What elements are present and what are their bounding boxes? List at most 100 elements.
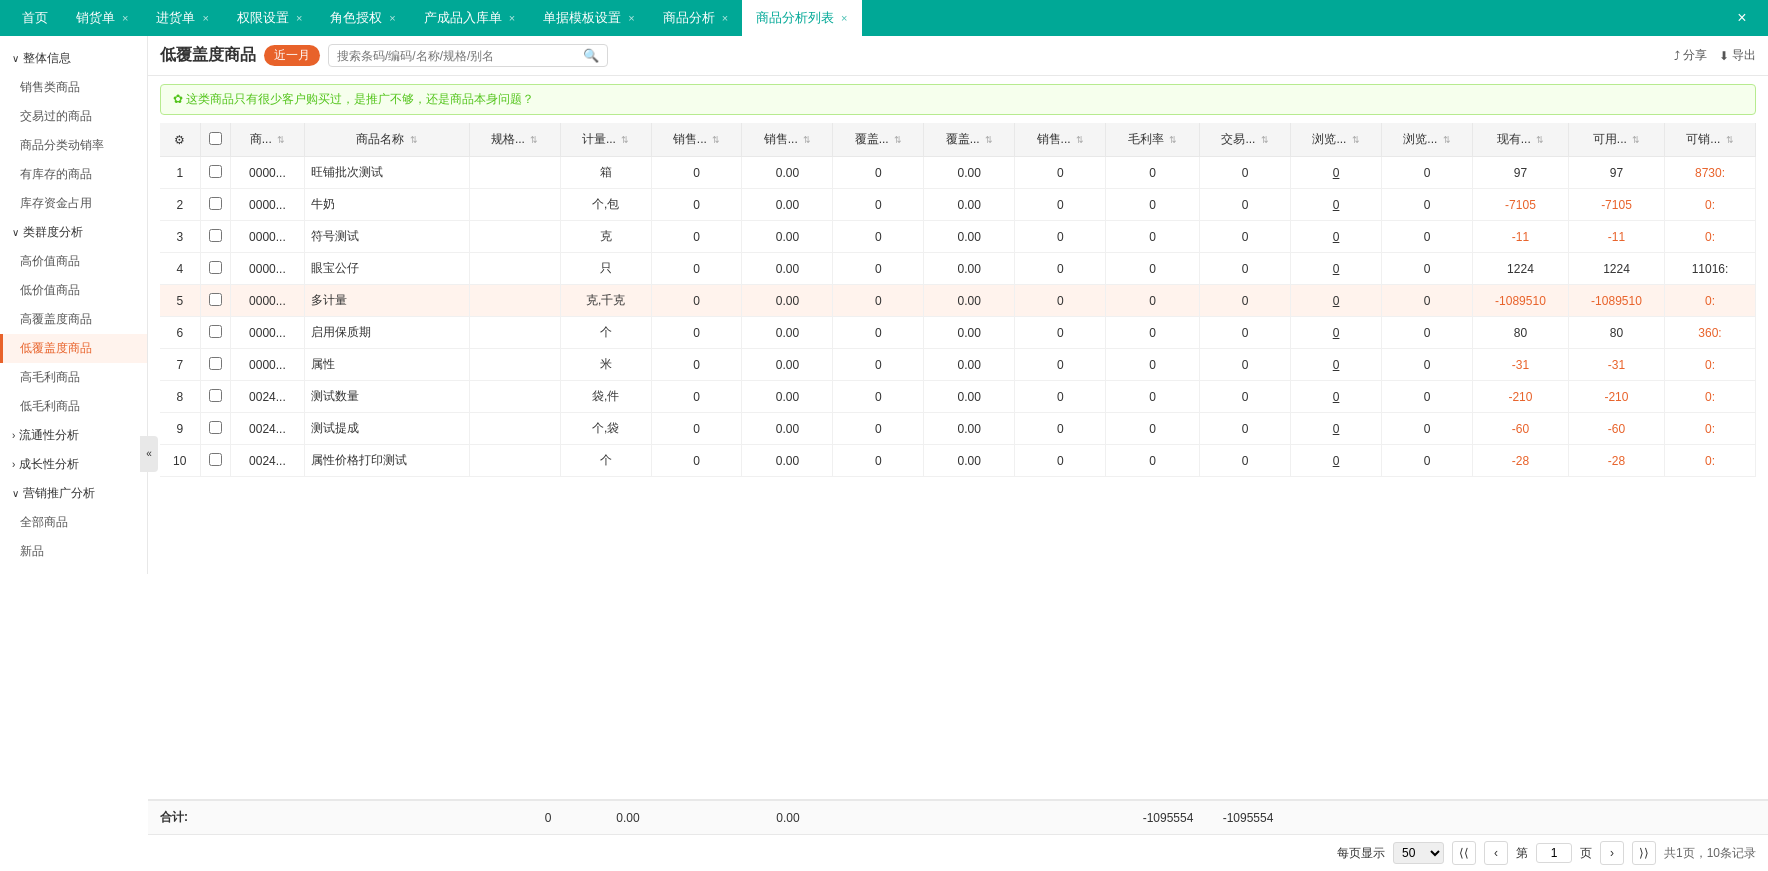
col-name[interactable]: 商品名称 ⇅ [305,123,469,157]
col-browse2[interactable]: 浏览... ⇅ [1382,123,1473,157]
page-size-select[interactable]: 50 100 200 [1393,842,1444,864]
row-checkbox-cell[interactable] [200,253,230,285]
col-saleable[interactable]: 可销... ⇅ [1664,123,1755,157]
col-checkbox[interactable] [200,123,230,157]
row-checkbox[interactable] [209,293,222,306]
sidebar-item-high-value[interactable]: 高价值商品 [0,247,147,276]
export-button[interactable]: ⬇ 导出 [1719,47,1756,64]
col-available[interactable]: 可用... ⇅ [1568,123,1664,157]
row-browse1[interactable]: 0 [1291,381,1382,413]
sidebar-item-category-rate[interactable]: 商品分类动销率 [0,131,147,160]
sidebar-collapse-button[interactable]: « [140,436,158,472]
row-browse1[interactable]: 0 [1291,349,1382,381]
row-checkbox-cell[interactable] [200,157,230,189]
col-unit[interactable]: 计量... ⇅ [560,123,651,157]
row-browse1[interactable]: 0 [1291,189,1382,221]
col-settings[interactable]: ⚙ [160,123,200,157]
sidebar-item-new-goods[interactable]: 新品 [0,537,147,566]
sidebar-section-overall[interactable]: ∨ 整体信息 [0,44,147,73]
search-icon[interactable]: 🔍 [583,48,599,63]
row-checkbox-cell[interactable] [200,221,230,253]
row-browse1[interactable]: 0 [1291,221,1382,253]
nav-close-role[interactable]: × [389,0,395,36]
row-checkbox-cell[interactable] [200,317,230,349]
sidebar-item-sales-goods[interactable]: 销售类商品 [0,73,147,102]
nav-purchase-order[interactable]: 进货单 × [142,0,222,36]
col-coverage1[interactable]: 覆盖... ⇅ [833,123,924,157]
row-checkbox[interactable] [209,325,222,338]
share-icon: ⤴ [1674,49,1680,63]
date-filter-button[interactable]: 近一月 [264,45,320,66]
sidebar-section-marketing[interactable]: ∨ 营销推广分析 [0,479,147,508]
nav-close-finished[interactable]: × [509,0,515,36]
window-close-button[interactable]: × [1724,0,1760,36]
row-unit: 个 [560,317,651,349]
sidebar-item-low-value[interactable]: 低价值商品 [0,276,147,305]
row-checkbox[interactable] [209,357,222,370]
nav-sales-order[interactable]: 销货单 × [62,0,142,36]
nav-goods-analysis-list[interactable]: 商品分析列表 × [742,0,861,36]
row-checkbox[interactable] [209,229,222,242]
row-checkbox[interactable] [209,165,222,178]
row-browse1[interactable]: 0 [1291,413,1382,445]
row-checkbox-cell[interactable] [200,285,230,317]
col-sales-qty[interactable]: 销售... ⇅ [651,123,742,157]
sidebar-item-traded-goods[interactable]: 交易过的商品 [0,102,147,131]
search-input[interactable] [337,49,579,63]
nav-template-setting[interactable]: 单据模板设置 × [529,0,648,36]
page-number-input[interactable] [1536,843,1572,863]
nav-close-analysis-list[interactable]: × [841,0,847,36]
row-checkbox[interactable] [209,453,222,466]
sidebar-item-stock-fund[interactable]: 库存资金占用 [0,189,147,218]
col-browse1[interactable]: 浏览... ⇅ [1291,123,1382,157]
row-browse1[interactable]: 0 [1291,285,1382,317]
page-last-button[interactable]: ⟩⟩ [1632,841,1656,865]
row-checkbox-cell[interactable] [200,445,230,477]
col-transaction[interactable]: 交易... ⇅ [1200,123,1291,157]
nav-permission[interactable]: 权限设置 × [223,0,316,36]
nav-close-purchase[interactable]: × [202,0,208,36]
row-checkbox[interactable] [209,197,222,210]
nav-close-sales-order[interactable]: × [122,0,128,36]
sidebar-section-cluster[interactable]: ∨ 类群度分析 [0,218,147,247]
row-checkbox-cell[interactable] [200,189,230,221]
nav-goods-analysis[interactable]: 商品分析 × [649,0,742,36]
row-checkbox-cell[interactable] [200,381,230,413]
nav-close-template[interactable]: × [628,0,634,36]
row-checkbox[interactable] [209,261,222,274]
nav-finished-goods[interactable]: 产成品入库单 × [410,0,529,36]
nav-role-auth[interactable]: 角色授权 × [316,0,409,36]
col-gross-margin[interactable]: 毛利率 ⇅ [1106,123,1200,157]
sidebar-item-low-profit[interactable]: 低毛利商品 [0,392,147,421]
row-checkbox[interactable] [209,421,222,434]
page-next-button[interactable]: › [1600,841,1624,865]
row-browse1[interactable]: 0 [1291,445,1382,477]
row-checkbox[interactable] [209,389,222,402]
sidebar-item-stocked-goods[interactable]: 有库存的商品 [0,160,147,189]
col-code[interactable]: 商... ⇅ [230,123,305,157]
col-sales-amount[interactable]: 销售... ⇅ [742,123,833,157]
row-browse1[interactable]: 0 [1291,317,1382,349]
sidebar-item-low-coverage[interactable]: 低覆盖度商品 [0,334,147,363]
nav-close-permission[interactable]: × [296,0,302,36]
sidebar-section-growth[interactable]: › 成长性分析 [0,450,147,479]
select-all-checkbox[interactable] [209,132,222,145]
row-checkbox-cell[interactable] [200,349,230,381]
col-sales-count[interactable]: 销售... ⇅ [1015,123,1106,157]
nav-home[interactable]: 首页 [8,0,62,36]
page-first-button[interactable]: ⟨⟨ [1452,841,1476,865]
sidebar-section-circulation[interactable]: › 流通性分析 [0,421,147,450]
sidebar-item-all-goods[interactable]: 全部商品 [0,508,147,537]
sidebar-item-high-profit[interactable]: 高毛利商品 [0,363,147,392]
row-checkbox-cell[interactable] [200,413,230,445]
share-button[interactable]: ⤴ 分享 [1674,47,1707,64]
nav-close-analysis[interactable]: × [722,0,728,36]
page-prev-button[interactable]: ‹ [1484,841,1508,865]
row-browse1[interactable]: 0 [1291,253,1382,285]
col-current-stock[interactable]: 现有... ⇅ [1472,123,1568,157]
row-browse1[interactable]: 0 [1291,157,1382,189]
header-actions: ⤴ 分享 ⬇ 导出 [1674,47,1756,64]
col-spec[interactable]: 规格... ⇅ [469,123,560,157]
col-coverage2[interactable]: 覆盖... ⇅ [924,123,1015,157]
sidebar-item-high-coverage[interactable]: 高覆盖度商品 [0,305,147,334]
